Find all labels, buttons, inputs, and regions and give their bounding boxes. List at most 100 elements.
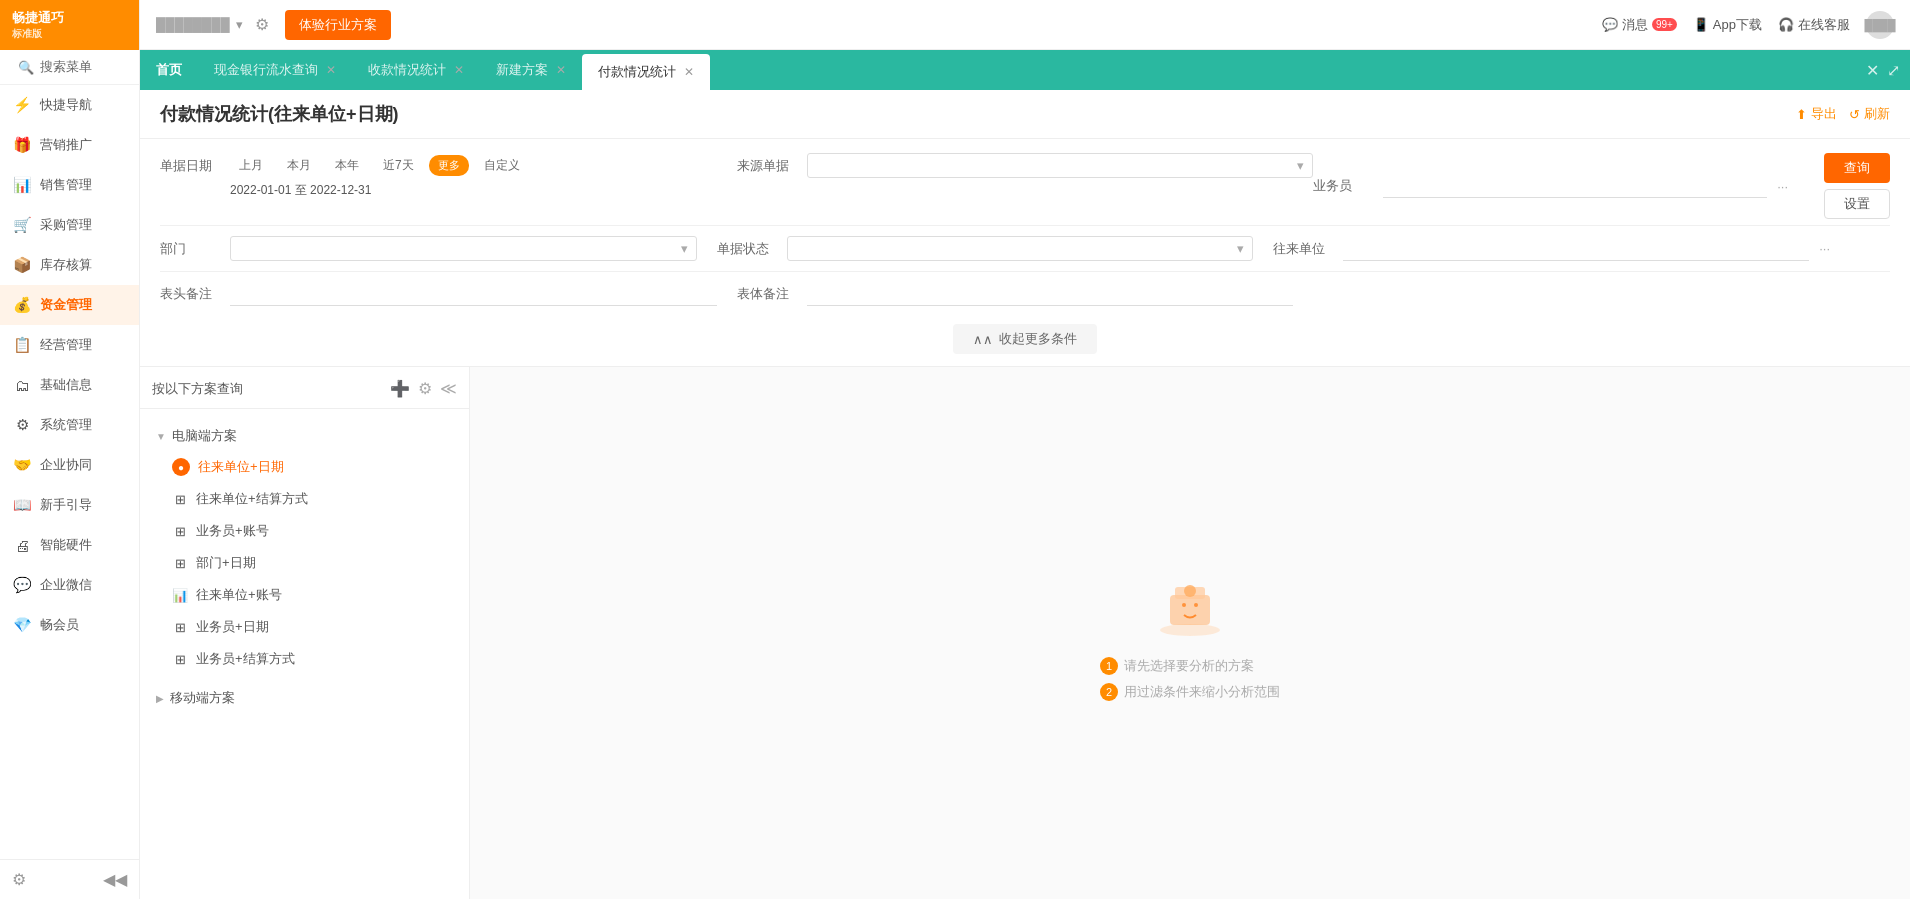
sidebar-label-vip: 畅会员: [40, 616, 79, 634]
avatar[interactable]: ████: [1866, 11, 1894, 39]
sidebar-logo: 畅捷通巧 标准版: [0, 0, 139, 50]
date-btn-this-year[interactable]: 本年: [326, 153, 368, 178]
tab-bank-flow[interactable]: 现金银行流水查询 ✕: [198, 50, 352, 90]
filter-row-date: 单据日期 上月 本月 本年 近7天 更多 自定义 2022-01-01 至 20…: [160, 139, 1890, 226]
partner-label: 往来单位: [1273, 240, 1343, 258]
scheme-item-staff-date[interactable]: ⊞ 业务员+日期: [140, 611, 469, 643]
app-download-button[interactable]: 📱 App下载: [1693, 16, 1762, 34]
sidebar-item-operation[interactable]: 📋经营管理: [0, 325, 139, 365]
sidebar-items: ⚡快捷导航🎁营销推广 📊 销售管理 🛒采购管理📦库存核算💰资金管理📋经营管理🗂基础信息…: [0, 85, 139, 645]
staff-input[interactable]: [1383, 174, 1767, 198]
sidebar-icon-sales: 📊: [12, 175, 32, 195]
sidebar-item-hardware[interactable]: 🖨 智能硬件: [0, 525, 139, 565]
sidebar-item-enterprise[interactable]: 🤝 企业协同: [0, 445, 139, 485]
tab-receipt-stats-close-icon[interactable]: ✕: [454, 63, 464, 77]
empty-state: 1 请先选择要分析的方案 2 用过滤条件来缩小分析范围: [1100, 565, 1280, 701]
sidebar-item-system[interactable]: ⚙系统管理: [0, 405, 139, 445]
tab-home[interactable]: 首页: [140, 50, 198, 90]
dept-select[interactable]: ▾: [230, 236, 697, 261]
collapse-button[interactable]: ∧∧ 收起更多条件: [953, 324, 1097, 354]
source-select-arrow: ▾: [1297, 158, 1304, 173]
page-title: 付款情况统计(往来单位+日期): [160, 102, 399, 126]
tab-pay-stats[interactable]: 付款情况统计 ✕: [582, 54, 710, 90]
sidebar-item-wechat[interactable]: 💬企业微信: [0, 565, 139, 605]
add-scheme-icon[interactable]: ➕: [390, 379, 410, 398]
tab-home-label: 首页: [156, 61, 182, 79]
query-button[interactable]: 查询: [1824, 153, 1890, 183]
sidebar-label-quick-nav: 快捷导航: [40, 96, 92, 114]
settings-scheme-icon[interactable]: ⚙: [418, 379, 432, 398]
sidebar-label-hardware: 智能硬件: [40, 536, 92, 554]
date-btn-7days[interactable]: 近7天: [374, 153, 423, 178]
scheme-item-staff-settle[interactable]: ⊞ 业务员+结算方式: [140, 643, 469, 675]
date-label: 单据日期: [160, 153, 230, 175]
tab-new-plan[interactable]: 新建方案 ✕: [480, 50, 582, 90]
status-label: 单据状态: [717, 240, 787, 258]
dept-label: 部门: [160, 240, 230, 258]
desktop-scheme-section: ▼ 电脑端方案 ● 往来单位+日期 ⊞ 往来单位+结算方式 ⊞ 业务员+账号: [140, 417, 469, 679]
trial-button[interactable]: 体验行业方案: [285, 10, 391, 40]
scheme-item-staff-account[interactable]: ⊞ 业务员+账号: [140, 515, 469, 547]
main-content: 按以下方案查询 ➕ ⚙ ≪ ▼ 电脑端方案 ● 往来单位+日期: [140, 367, 1910, 899]
staff-dots-icon[interactable]: ···: [1777, 179, 1788, 194]
scheme-label-staff-date: 业务员+日期: [196, 618, 269, 636]
topbar-gear-icon[interactable]: ⚙: [255, 15, 269, 34]
sidebar-item-guide[interactable]: 📖新手引导: [0, 485, 139, 525]
active-indicator: ●: [172, 458, 190, 476]
sidebar-item-inventory[interactable]: 📦库存核算: [0, 245, 139, 285]
date-btn-last-month[interactable]: 上月: [230, 153, 272, 178]
sidebar-item-marketing[interactable]: 🎁营销推广: [0, 125, 139, 165]
source-select[interactable]: ▾: [807, 153, 1314, 178]
sidebar-item-quick-nav[interactable]: ⚡快捷导航: [0, 85, 139, 125]
mobile-section-label: 移动端方案: [170, 689, 235, 707]
collapse-scheme-icon[interactable]: ≪: [440, 379, 457, 398]
sidebar-item-purchase[interactable]: 🛒采购管理: [0, 205, 139, 245]
scheme-item-dept-date[interactable]: ⊞ 部门+日期: [140, 547, 469, 579]
date-btn-custom[interactable]: 自定义: [475, 153, 529, 178]
sidebar-item-vip[interactable]: 💎畅会员: [0, 605, 139, 645]
filter-row-dept: 部门 ▾ 单据状态 ▾ 往来单位 ···: [160, 226, 1890, 272]
status-select[interactable]: ▾: [787, 236, 1254, 261]
sidebar-search[interactable]: 🔍 搜索菜单: [0, 50, 139, 85]
scheme-item-partner-date[interactable]: ● 往来单位+日期: [140, 451, 469, 483]
message-button[interactable]: 💬 消息 99+: [1602, 16, 1677, 34]
scheme-item-partner-settle[interactable]: ⊞ 往来单位+结算方式: [140, 483, 469, 515]
sidebar-icon-enterprise: 🤝: [12, 455, 32, 475]
tabbar-right: ✕ ⤢: [1856, 50, 1910, 90]
sidebar-item-capital[interactable]: 💰资金管理: [0, 285, 139, 325]
settings-icon[interactable]: ⚙: [12, 870, 26, 889]
sidebar-label-sales: 销售管理: [40, 176, 92, 194]
collapse-sidebar-icon[interactable]: ◀◀: [103, 870, 127, 889]
mobile-section-title[interactable]: ▶ 移动端方案: [140, 683, 469, 713]
tab-pay-stats-close-icon[interactable]: ✕: [684, 65, 694, 79]
sidebar-icon-hardware: 🖨: [12, 535, 32, 555]
company-select[interactable]: ████████ ▾: [156, 17, 243, 32]
date-btn-more[interactable]: 更多: [429, 155, 469, 176]
sidebar-icon-capital: 💰: [12, 295, 32, 315]
service-button[interactable]: 🎧 在线客服: [1778, 16, 1850, 34]
settings-button[interactable]: 设置: [1824, 189, 1890, 219]
sidebar-icon-guide: 📖: [12, 495, 32, 515]
tab-bank-flow-close-icon[interactable]: ✕: [326, 63, 336, 77]
sidebar-item-basic-info[interactable]: 🗂基础信息: [0, 365, 139, 405]
expand-icon[interactable]: ⤢: [1887, 61, 1900, 80]
refresh-button[interactable]: ↺ 刷新: [1849, 105, 1890, 123]
sidebar-label-enterprise: 企业协同: [40, 456, 92, 474]
mobile-scheme-section: ▶ 移动端方案: [140, 679, 469, 717]
tab-receipt-stats[interactable]: 收款情况统计 ✕: [352, 50, 480, 90]
sidebar-item-sales[interactable]: 📊 销售管理: [0, 165, 139, 205]
sidebar-icon-basic-info: 🗂: [12, 375, 32, 395]
export-button[interactable]: ⬆ 导出: [1796, 105, 1837, 123]
header-note-input[interactable]: [230, 282, 717, 306]
scheme-item-partner-account[interactable]: 📊 往来单位+账号: [140, 579, 469, 611]
close-all-tabs-icon[interactable]: ✕: [1866, 61, 1879, 80]
partner-dots-icon[interactable]: ···: [1819, 241, 1830, 256]
desktop-section-title[interactable]: ▼ 电脑端方案: [140, 421, 469, 451]
body-note-input[interactable]: [807, 282, 1294, 306]
partner-input[interactable]: [1343, 237, 1809, 261]
date-btn-this-month[interactable]: 本月: [278, 153, 320, 178]
source-label: 来源单据: [737, 157, 807, 175]
tab-new-plan-close-icon[interactable]: ✕: [556, 63, 566, 77]
dept-select-arrow: ▾: [681, 241, 688, 256]
phone-icon: 📱: [1693, 17, 1709, 32]
